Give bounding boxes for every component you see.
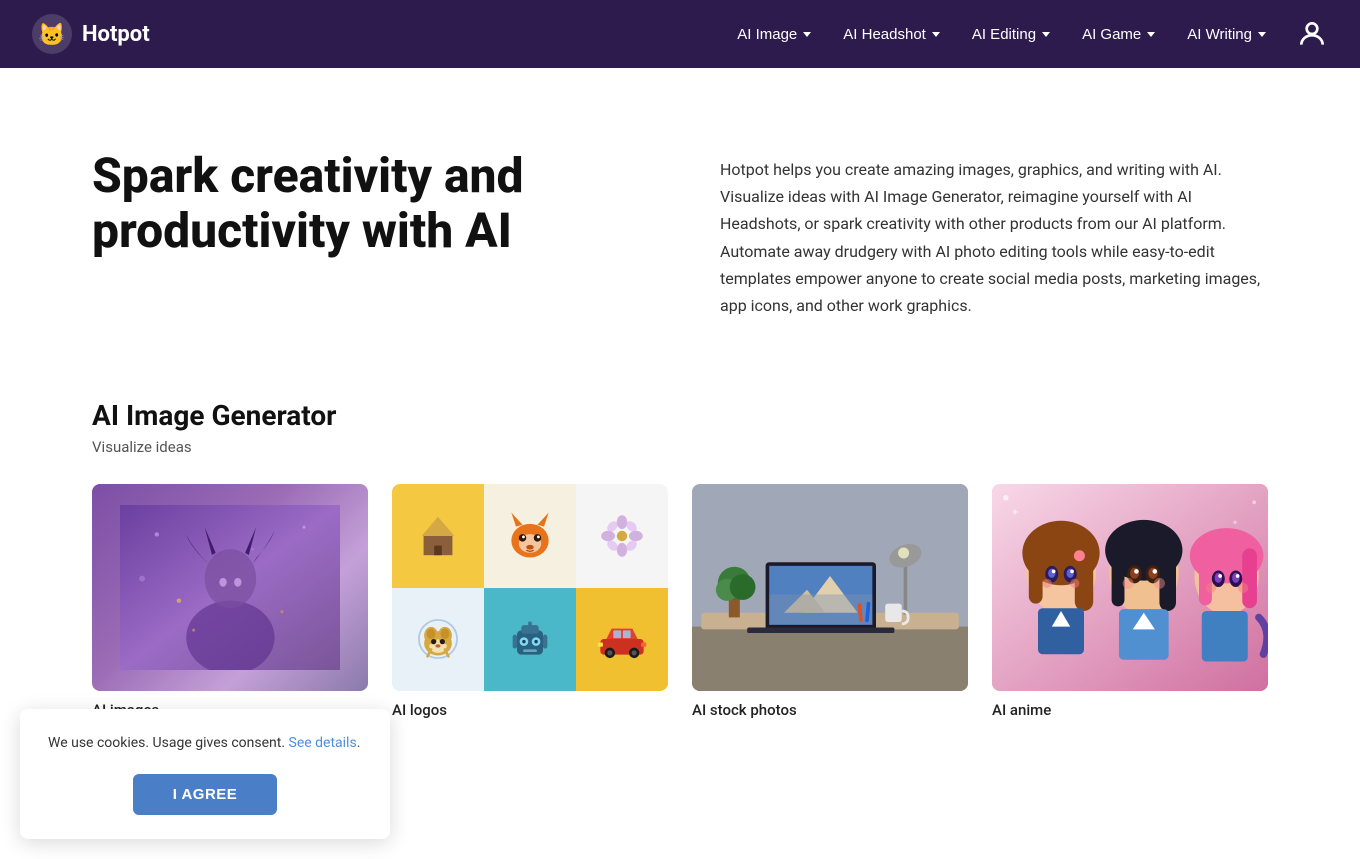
nav-ai-editing[interactable]: AI Editing [958, 18, 1064, 51]
nav-ai-editing-chevron [1042, 32, 1050, 37]
ai-images-visual [92, 484, 368, 691]
cookie-banner: We use cookies. Usage gives consent. See… [20, 709, 390, 839]
ai-stock-visual [692, 484, 968, 691]
logo-cell-3 [576, 484, 668, 588]
card-ai-anime[interactable]: ✦ ✦ AI anime [992, 484, 1268, 719]
nav-items: AI Image AI Headshot AI Editing AI Game … [723, 18, 1280, 51]
logo-car-svg [596, 613, 648, 665]
card-label-ai-logos: AI logos [392, 701, 668, 719]
ai-images-svg [120, 505, 341, 671]
nav-ai-game[interactable]: AI Game [1068, 18, 1169, 51]
logo-cell-2 [484, 484, 576, 588]
nav-ai-editing-label: AI Editing [972, 26, 1036, 43]
nav-ai-headshot-chevron [932, 32, 940, 37]
hero-section: Spark creativity and productivity with A… [0, 68, 1360, 379]
card-ai-stock[interactable]: AI stock photos [692, 484, 968, 719]
card-label-ai-stock: AI stock photos [692, 701, 968, 719]
section-title: AI Image Generator [92, 399, 1268, 432]
card-image-ai-anime: ✦ ✦ [992, 484, 1268, 691]
nav-ai-image-label: AI Image [737, 26, 797, 43]
card-label-ai-anime: AI anime [992, 701, 1268, 719]
logo-robot-svg [504, 613, 556, 665]
hero-left: Spark creativity and productivity with A… [92, 148, 640, 258]
nav-ai-headshot-label: AI Headshot [843, 26, 926, 43]
logo-cell-1 [392, 484, 484, 588]
logo-cell-6 [576, 588, 668, 692]
ai-logos-visual [392, 484, 668, 691]
cookie-text: We use cookies. Usage gives consent. See… [48, 733, 362, 754]
logo-icon: 🐱 [32, 14, 72, 54]
logo-cell-4 [392, 588, 484, 692]
nav-ai-headshot[interactable]: AI Headshot [829, 18, 954, 51]
nav-ai-writing-label: AI Writing [1187, 26, 1252, 43]
cookie-agree-button[interactable]: I AGREE [133, 774, 278, 815]
logo-text: Hotpot [82, 22, 150, 47]
ai-anime-visual: ✦ ✦ [992, 484, 1268, 691]
navbar: 🐱 Hotpot AI Image AI Headshot AI Editing… [0, 0, 1360, 68]
user-icon[interactable] [1296, 18, 1328, 50]
hero-title: Spark creativity and productivity with A… [92, 148, 640, 258]
card-ai-images[interactable]: AI images [92, 484, 368, 719]
ai-anime-svg: ✦ ✦ [992, 484, 1268, 691]
logo-corgi-svg [412, 613, 464, 665]
cookie-see-details-link[interactable]: See details [289, 735, 357, 751]
nav-ai-image-chevron [803, 32, 811, 37]
card-image-ai-images [92, 484, 368, 691]
svg-text:✦: ✦ [1010, 506, 1019, 519]
nav-ai-writing-chevron [1258, 32, 1266, 37]
logo-church-svg [414, 512, 462, 560]
hero-description: Hotpot helps you create amazing images, … [720, 156, 1268, 319]
svg-text:✦: ✦ [1231, 518, 1239, 529]
hero-right: Hotpot helps you create amazing images, … [720, 148, 1268, 319]
nav-ai-game-label: AI Game [1082, 26, 1141, 43]
logo-cell-5 [484, 588, 576, 692]
ai-stock-svg [692, 484, 968, 691]
logo-link[interactable]: 🐱 Hotpot [32, 14, 150, 54]
logo-fox-svg [502, 508, 558, 564]
card-image-ai-logos [392, 484, 668, 691]
cards-grid: AI images [92, 484, 1268, 719]
nav-ai-writing[interactable]: AI Writing [1173, 18, 1280, 51]
logo-flower-svg [596, 510, 648, 562]
card-image-ai-stock [692, 484, 968, 691]
card-ai-logos[interactable]: AI logos [392, 484, 668, 719]
section-subtitle: Visualize ideas [92, 438, 1268, 456]
nav-ai-game-chevron [1147, 32, 1155, 37]
svg-text:🐱: 🐱 [38, 22, 65, 48]
nav-ai-image[interactable]: AI Image [723, 18, 825, 51]
